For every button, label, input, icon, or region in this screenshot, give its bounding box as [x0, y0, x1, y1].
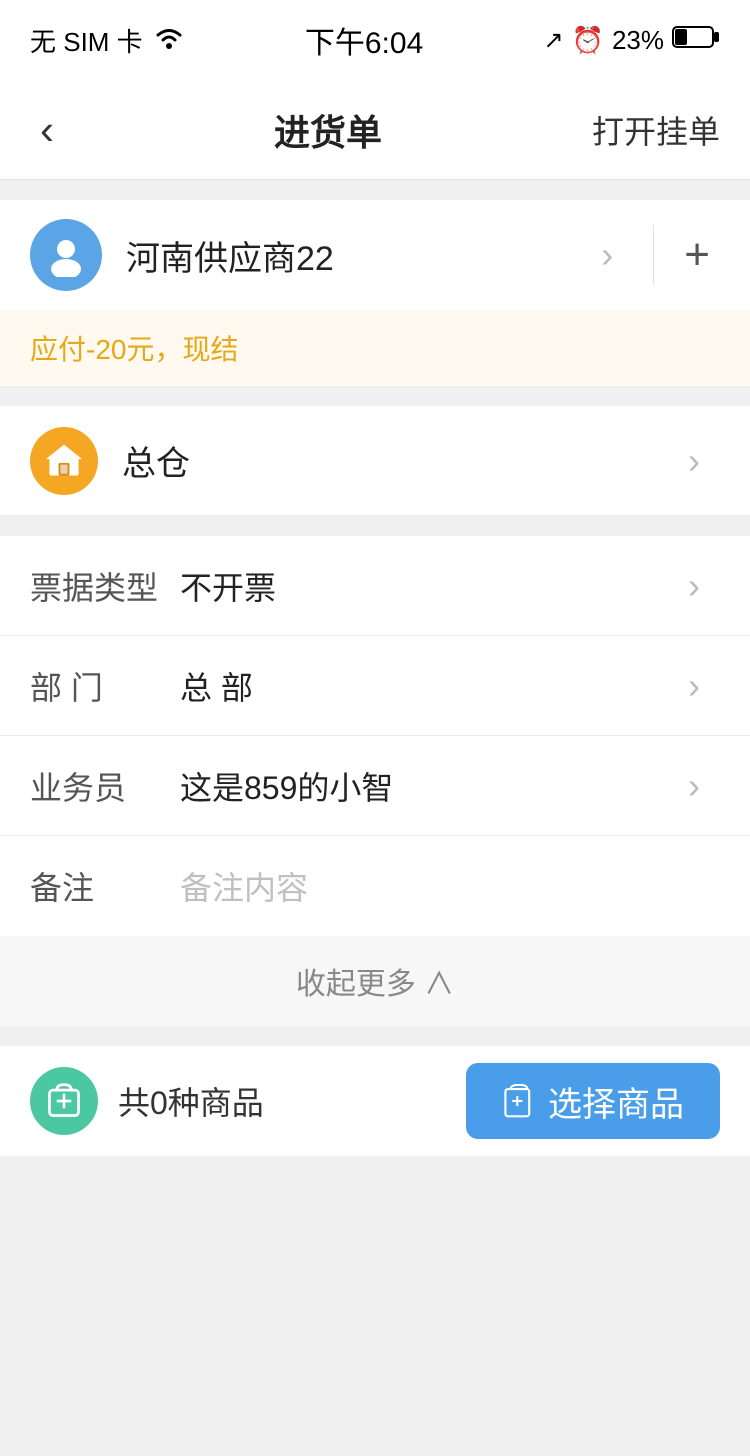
invoice-type-row[interactable]: 票据类型 不开票 › — [0, 536, 750, 636]
battery-icon — [672, 24, 720, 57]
warehouse-icon — [30, 427, 98, 495]
select-product-button[interactable]: 选择商品 — [466, 1063, 720, 1139]
notice-bar: 应付-20元，现结 — [0, 310, 750, 386]
vertical-divider — [653, 225, 654, 285]
department-label: 部 门 — [30, 663, 160, 709]
warehouse-chevron-icon: › — [688, 440, 700, 482]
supplier-avatar — [30, 219, 102, 291]
notice-text: 应付-20元，现结 — [30, 334, 238, 365]
invoice-type-chevron-icon: › — [688, 565, 700, 607]
supplier-chevron-icon: › — [601, 234, 613, 276]
add-supplier-icon[interactable]: + — [674, 230, 720, 280]
nav-bar: ‹ 进货单 打开挂单 — [0, 80, 750, 180]
supplier-row[interactable]: 河南供应商22 › + — [0, 200, 750, 310]
page-background — [0, 1156, 750, 1456]
remark-placeholder: 备注内容 — [160, 863, 720, 909]
location-icon: ↗ — [543, 26, 563, 55]
product-icon — [30, 1067, 98, 1135]
department-value: 总 部 — [160, 663, 688, 709]
alarm-icon: ⏰ — [572, 25, 604, 56]
department-chevron-icon: › — [688, 665, 700, 707]
section-gap-2 — [0, 386, 750, 406]
select-product-label: 选择商品 — [548, 1077, 684, 1126]
carrier-label: 无 SIM 卡 — [30, 22, 143, 59]
status-left: 无 SIM 卡 — [30, 22, 185, 59]
supplier-name: 河南供应商22 — [126, 231, 601, 280]
invoice-type-value: 不开票 — [160, 563, 688, 609]
warehouse-row[interactable]: 总仓 › — [0, 406, 750, 516]
collapse-row[interactable]: 收起更多 ∧ — [0, 936, 750, 1026]
collapse-label: 收起更多 ∧ — [296, 959, 454, 1003]
status-right: ↗ ⏰ 23% — [543, 24, 720, 57]
battery-label: 23% — [612, 25, 664, 56]
status-time: 下午6:04 — [305, 18, 423, 62]
warehouse-name: 总仓 — [122, 436, 688, 485]
warehouse-section: 总仓 › — [0, 406, 750, 516]
open-pending-button[interactable]: 打开挂单 — [592, 107, 720, 153]
salesperson-row[interactable]: 业务员 这是859的小智 › — [0, 736, 750, 836]
salesperson-chevron-icon: › — [688, 765, 700, 807]
page-title: 进货单 — [274, 104, 382, 156]
remark-label: 备注 — [30, 863, 160, 909]
status-bar: 无 SIM 卡 下午6:04 ↗ ⏰ 23% — [0, 0, 750, 80]
invoice-type-label: 票据类型 — [30, 563, 160, 609]
supplier-section: 河南供应商22 › + 应付-20元，现结 — [0, 200, 750, 386]
form-section: 票据类型 不开票 › 部 门 总 部 › 业务员 这是859的小智 › 备注 备… — [0, 536, 750, 936]
product-count-label: 共0种商品 — [118, 1078, 466, 1124]
department-row[interactable]: 部 门 总 部 › — [0, 636, 750, 736]
salesperson-value: 这是859的小智 — [160, 763, 688, 809]
remark-row[interactable]: 备注 备注内容 — [0, 836, 750, 936]
salesperson-label: 业务员 — [30, 763, 160, 809]
wifi-icon — [153, 24, 185, 57]
section-gap-3 — [0, 516, 750, 536]
bottom-bar: 共0种商品 选择商品 — [0, 1046, 750, 1156]
back-button[interactable]: ‹ — [30, 96, 64, 164]
section-gap-1 — [0, 180, 750, 200]
